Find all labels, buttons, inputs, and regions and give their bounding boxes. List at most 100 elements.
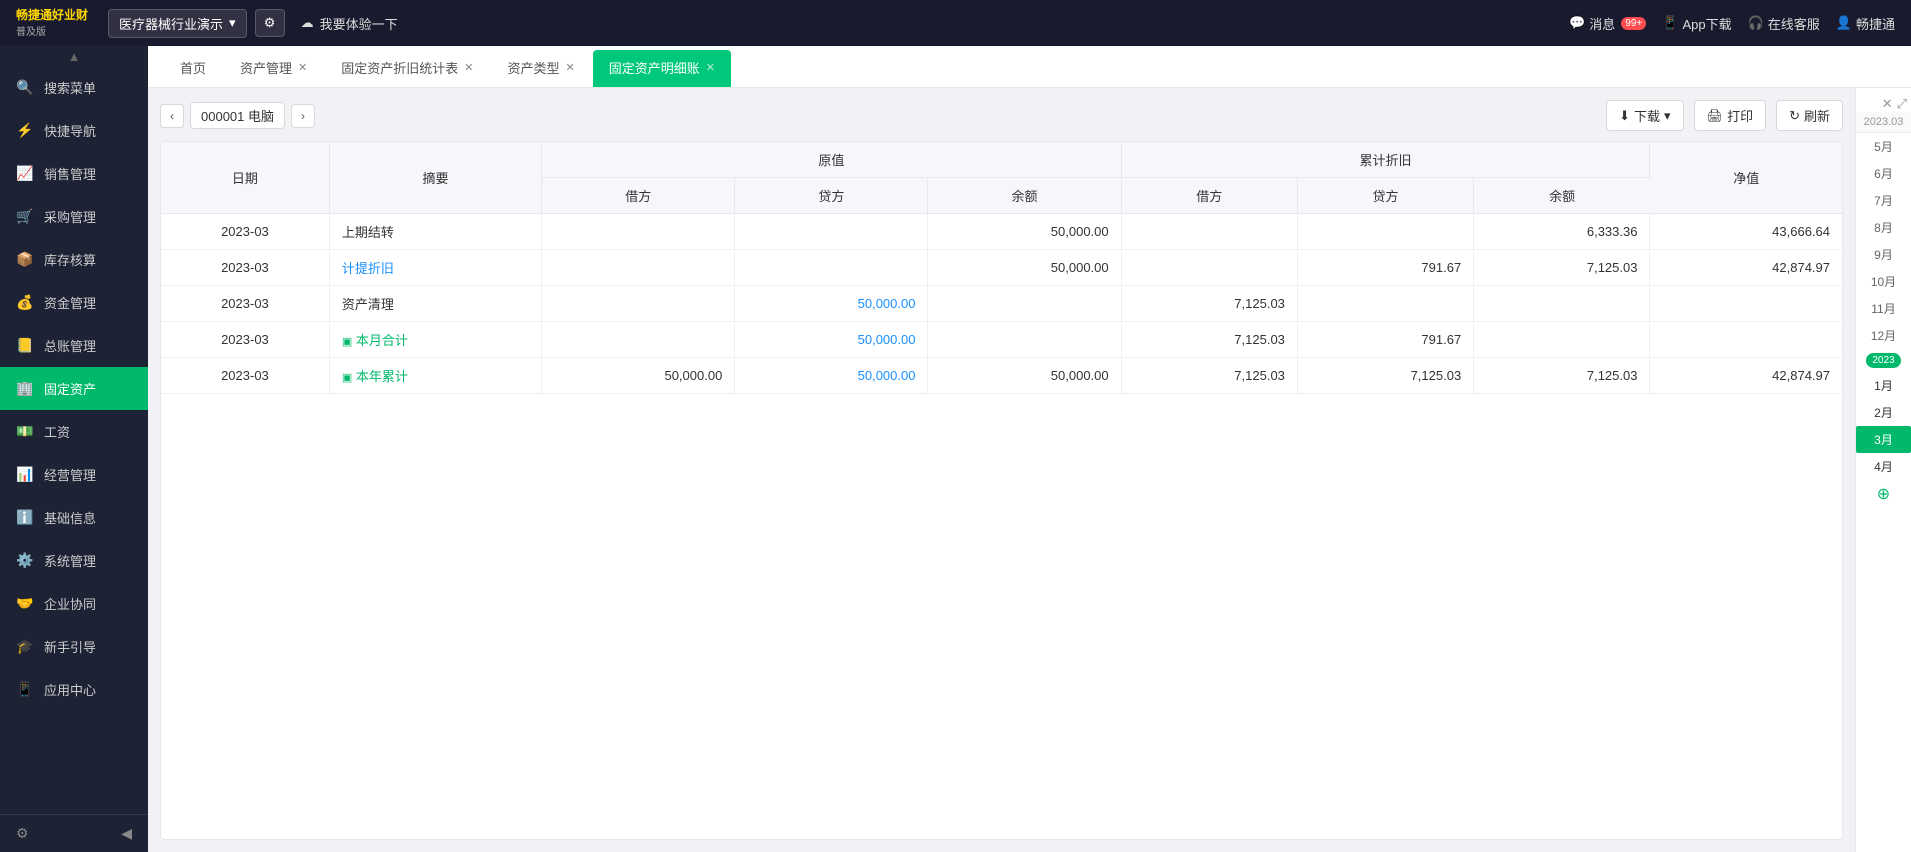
- header-right: 💬 消息 99+ 📱 App下载 🎧 在线客服 👤 畅捷通: [1569, 14, 1895, 33]
- sidebar-item-purchase[interactable]: 🛒 采购管理: [0, 195, 148, 238]
- sidebar-collapse-icon[interactable]: ◀: [121, 825, 132, 842]
- timeline-month-5[interactable]: 5月: [1856, 133, 1911, 160]
- system-icon: ⚙️: [16, 552, 34, 570]
- tab-asset-mgmt[interactable]: 资产管理 ✕: [224, 50, 323, 87]
- payroll-icon: 💵: [16, 423, 34, 441]
- table-container: 日期 摘要 原值 累计折旧 净值 借方 贷方 余额 借方: [160, 141, 1843, 840]
- sidebar-item-guide[interactable]: 🎓 新手引导: [0, 625, 148, 668]
- th-original-value: 原值: [542, 142, 1121, 178]
- dropdown-icon: ▾: [229, 15, 236, 31]
- search-icon: 🔍: [16, 79, 34, 97]
- year-2023-badge: 2023: [1866, 353, 1900, 368]
- message-icon: 💬: [1569, 15, 1585, 31]
- sidebar-label-inventory: 库存核算: [44, 250, 96, 269]
- app-logo-area: 畅捷通好业财 普及版: [16, 8, 88, 37]
- cooperation-icon: 🤝: [16, 595, 34, 613]
- sidebar-item-app-center[interactable]: 📱 应用中心: [0, 668, 148, 711]
- th-orig-balance: 余额: [928, 178, 1121, 214]
- sidebar-item-ledger[interactable]: 📒 总账管理: [0, 324, 148, 367]
- timeline-month-8[interactable]: 8月: [1856, 214, 1911, 241]
- sidebar-item-search[interactable]: 🔍 搜索菜单: [0, 66, 148, 109]
- sidebar-item-sales[interactable]: 📈 销售管理: [0, 152, 148, 195]
- ledger-icon: 📒: [16, 337, 34, 355]
- timeline-month-12[interactable]: 12月: [1856, 322, 1911, 349]
- timeline-month-10[interactable]: 10月: [1856, 268, 1911, 295]
- sidebar-label-funds: 资金管理: [44, 293, 96, 312]
- sidebar-scroll-top: ▲: [0, 46, 148, 66]
- refresh-btn[interactable]: ↻ 刷新: [1776, 100, 1843, 131]
- inventory-icon: 📦: [16, 251, 34, 269]
- user-action[interactable]: 👤 畅捷通: [1836, 14, 1895, 33]
- prev-btn[interactable]: ‹: [160, 104, 184, 128]
- timeline-month-1[interactable]: 1月: [1856, 372, 1911, 399]
- sidebar-label-cooperation: 企业协同: [44, 594, 96, 613]
- company-selector[interactable]: 医疗器械行业演示 ▾: [108, 9, 247, 38]
- sidebar-item-inventory[interactable]: 📦 库存核算: [0, 238, 148, 281]
- sidebar-label-fixed-assets: 固定资产: [44, 379, 96, 398]
- sidebar-settings-icon[interactable]: ⚙: [16, 825, 29, 842]
- timeline-month-4[interactable]: 4月: [1856, 453, 1911, 480]
- sidebar-item-quick-nav[interactable]: ⚡ 快捷导航: [0, 109, 148, 152]
- sidebar-item-fixed-assets[interactable]: 🏢 固定资产: [0, 367, 148, 410]
- page-content: ‹ 000001 电脑 › ⬇ 下载 ▾ 🖨 打印: [148, 88, 1911, 852]
- online-service-action[interactable]: 🎧 在线客服: [1748, 14, 1820, 33]
- timeline-month-3-active[interactable]: 3月: [1856, 426, 1911, 453]
- sidebar-item-basic-info[interactable]: ℹ️ 基础信息: [0, 496, 148, 539]
- tab-close-depreciation[interactable]: ✕: [464, 61, 473, 74]
- sidebar: ▲ 🔍 搜索菜单 ⚡ 快捷导航 📈 销售管理 🛒 采购管理 📦 库存核算 💰 资…: [0, 46, 148, 852]
- table-row: 2023-03资产清理50,000.007,125.03: [161, 286, 1842, 322]
- timeline-close-btn[interactable]: ✕: [1882, 96, 1893, 112]
- timeline-expand-btn[interactable]: ⤢: [1897, 96, 1907, 112]
- timeline-month-6[interactable]: 6月: [1856, 160, 1911, 187]
- ledger-area: ‹ 000001 电脑 › ⬇ 下载 ▾ 🖨 打印: [148, 88, 1855, 852]
- app-center-icon: 📱: [16, 681, 34, 699]
- timeline-down-icon[interactable]: ⊕: [1877, 484, 1890, 504]
- sidebar-item-system[interactable]: ⚙️ 系统管理: [0, 539, 148, 582]
- th-date: 日期: [161, 142, 329, 214]
- sidebar-label-operations: 经营管理: [44, 465, 96, 484]
- timeline-panel: ✕ ⤢ 2023.03 5月 6月 7月 8月 9月 10月 11月 12月 2…: [1855, 88, 1911, 852]
- app-logo: 畅捷通好业财 普及版: [16, 8, 88, 37]
- download-btn[interactable]: ⬇ 下载 ▾: [1606, 100, 1683, 131]
- next-btn[interactable]: ›: [291, 104, 315, 128]
- sidebar-item-payroll[interactable]: 💵 工资: [0, 410, 148, 453]
- funds-icon: 💰: [16, 294, 34, 312]
- tab-close-asset-ledger[interactable]: ✕: [706, 61, 715, 74]
- service-icon: 🎧: [1748, 15, 1764, 31]
- th-dep-debit: 借方: [1121, 178, 1297, 214]
- settings-btn[interactable]: ⚙: [255, 9, 285, 37]
- print-icon: 🖨: [1707, 108, 1724, 124]
- app-download-action[interactable]: 📱 App下载: [1662, 14, 1731, 33]
- th-orig-debit: 借方: [542, 178, 735, 214]
- timeline-year-top: 2023.03: [1856, 112, 1911, 133]
- tab-asset-type[interactable]: 资产类型 ✕: [491, 50, 590, 87]
- timeline-month-7[interactable]: 7月: [1856, 187, 1911, 214]
- message-action[interactable]: 💬 消息 99+: [1569, 14, 1646, 33]
- sidebar-bottom: ⚙ ◀: [0, 814, 148, 852]
- sidebar-label-system: 系统管理: [44, 551, 96, 570]
- sidebar-label-guide: 新手引导: [44, 637, 96, 656]
- sidebar-item-operations[interactable]: 📊 经营管理: [0, 453, 148, 496]
- tab-close-asset-mgmt[interactable]: ✕: [298, 61, 307, 74]
- sidebar-label-quick-nav: 快捷导航: [44, 121, 96, 140]
- table-row: 2023-03计提折旧50,000.00791.677,125.0342,874…: [161, 250, 1842, 286]
- sidebar-label-basic-info: 基础信息: [44, 508, 96, 527]
- experience-btn[interactable]: ☁ 我要体验一下: [293, 10, 406, 37]
- th-dep-balance: 余额: [1474, 178, 1650, 214]
- timeline-month-2[interactable]: 2月: [1856, 399, 1911, 426]
- dropdown-chevron-icon: ▾: [1664, 108, 1671, 124]
- sidebar-item-cooperation[interactable]: 🤝 企业协同: [0, 582, 148, 625]
- tab-asset-ledger[interactable]: 固定资产明细账 ✕: [593, 50, 731, 87]
- action-btns: ⬇ 下载 ▾ 🖨 打印 ↻ 刷新: [1606, 100, 1843, 131]
- sidebar-item-funds[interactable]: 💰 资金管理: [0, 281, 148, 324]
- th-orig-credit: 贷方: [735, 178, 928, 214]
- tab-close-asset-type[interactable]: ✕: [566, 61, 575, 74]
- timeline-month-9[interactable]: 9月: [1856, 241, 1911, 268]
- fixed-assets-icon: 🏢: [16, 380, 34, 398]
- user-icon: 👤: [1836, 15, 1852, 31]
- print-btn[interactable]: 🖨 打印: [1694, 100, 1767, 131]
- table-row: 2023-03上期结转50,000.006,333.3643,666.64: [161, 214, 1842, 250]
- tab-home[interactable]: 首页: [164, 50, 222, 87]
- timeline-month-11[interactable]: 11月: [1856, 295, 1911, 322]
- tab-depreciation-stats[interactable]: 固定资产折旧统计表 ✕: [325, 50, 489, 87]
